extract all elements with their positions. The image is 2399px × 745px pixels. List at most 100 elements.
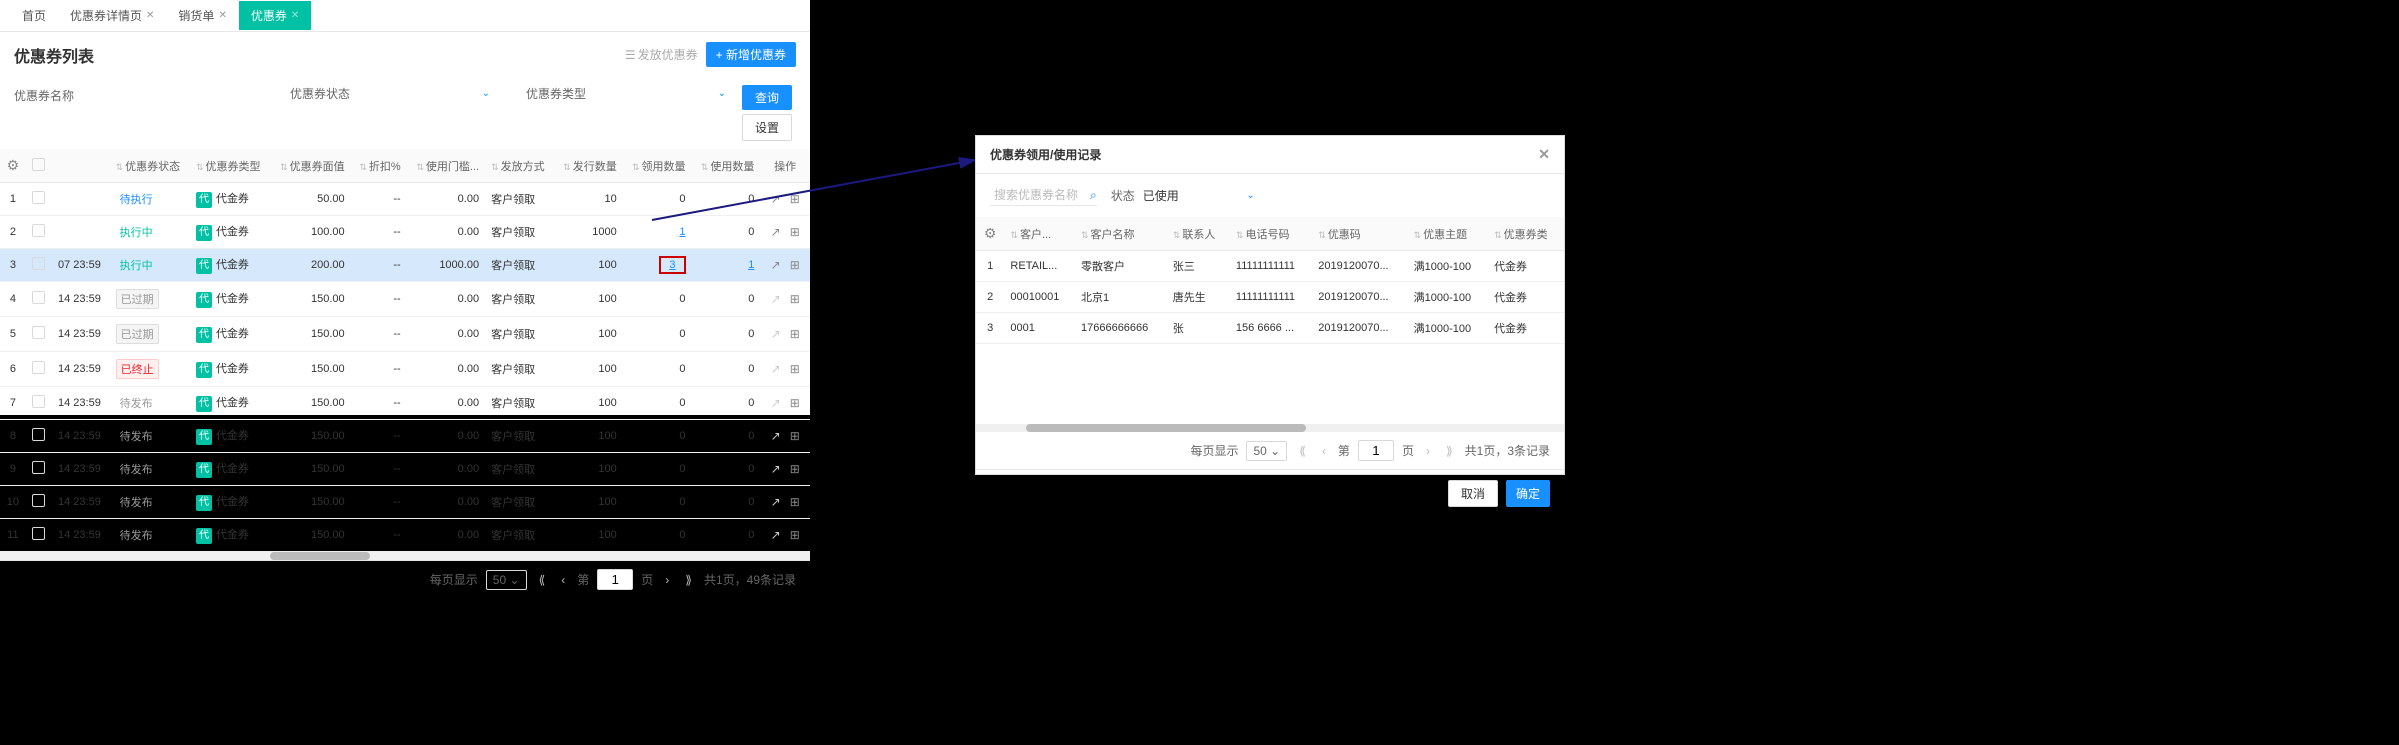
table-row[interactable]: 5 14 23:59 已过期 代代金券 150.00 -- 0.00 客户领取 … (0, 317, 810, 352)
table-row[interactable]: 7 14 23:59 待发布 代代金券 150.00 -- 0.00 客户领取 … (0, 387, 810, 420)
claimed-link[interactable]: 1 (679, 226, 685, 238)
filter-type-select[interactable]: ⌄ (590, 85, 730, 102)
settings-button[interactable]: 设置 (742, 114, 792, 141)
tab-coupon-detail[interactable]: 优惠券详情页✕ (58, 1, 166, 30)
qrcode-icon[interactable]: ⊞ (790, 292, 800, 306)
tab-home[interactable]: 首页 (10, 1, 58, 30)
qrcode-icon[interactable]: ⊞ (790, 258, 800, 272)
th-contact[interactable]: 联系人 (1182, 229, 1215, 241)
share-icon[interactable]: ↗ (771, 192, 781, 206)
next-page-icon[interactable]: › (661, 573, 673, 587)
table-row[interactable]: 3 07 23:59 执行中 代代金券 200.00 -- 1000.00 客户… (0, 249, 810, 282)
th-used[interactable]: 使用数量 (710, 161, 754, 173)
qrcode-icon[interactable]: ⊞ (790, 495, 800, 509)
table-row[interactable]: 1 待执行 代代金券 50.00 -- 0.00 客户领取 10 0 0 ↗ ⊞ (0, 183, 810, 216)
table-row[interactable]: 11 14 23:59 待发布 代代金券 150.00 -- 0.00 客户领取… (0, 519, 810, 552)
last-page-icon[interactable]: ⟫ (681, 573, 696, 587)
share-icon[interactable]: ↗ (771, 327, 781, 341)
per-page-select[interactable]: 50 ⌄ (486, 570, 527, 590)
table-row[interactable]: 4 14 23:59 已过期 代代金券 150.00 -- 0.00 客户领取 … (0, 282, 810, 317)
share-icon[interactable]: ↗ (771, 225, 781, 239)
th-subject[interactable]: 优惠主题 (1423, 229, 1467, 241)
table-row[interactable]: 6 14 23:59 已终止 代代金券 150.00 -- 0.00 客户领取 … (0, 352, 810, 387)
row-checkbox[interactable] (32, 361, 45, 374)
th-claimed[interactable]: 领用数量 (642, 161, 686, 173)
row-checkbox[interactable] (32, 395, 45, 408)
used-link[interactable]: 1 (748, 259, 754, 271)
th-coupon-code[interactable]: 优惠码 (1328, 229, 1361, 241)
share-icon[interactable]: ↗ (771, 258, 781, 272)
th-issued[interactable]: 发行数量 (573, 161, 617, 173)
table-row[interactable]: 10 14 23:59 待发布 代代金券 150.00 -- 0.00 客户领取… (0, 486, 810, 519)
add-coupon-button[interactable]: + 新增优惠券 (706, 42, 796, 67)
row-checkbox[interactable] (32, 291, 45, 304)
share-icon[interactable]: ↗ (771, 396, 781, 410)
share-icon[interactable]: ↗ (771, 292, 781, 306)
last-page-icon[interactable]: ⟫ (1442, 444, 1457, 458)
horizontal-scrollbar[interactable] (0, 552, 810, 560)
th-status[interactable]: 优惠券状态 (125, 161, 180, 173)
tab-sales-order[interactable]: 销货单✕ (166, 1, 238, 30)
th-distribute[interactable]: 发放方式 (501, 161, 545, 173)
issue-coupon-link[interactable]: ☰发放优惠券 (625, 46, 698, 63)
close-icon[interactable]: ✕ (146, 10, 154, 21)
th-discount[interactable]: 折扣% (369, 161, 401, 173)
share-icon[interactable]: ↗ (771, 429, 781, 443)
next-page-icon[interactable]: › (1422, 444, 1434, 458)
close-icon[interactable]: ✕ (1538, 146, 1550, 163)
table-row[interactable]: 8 14 23:59 待发布 代代金券 150.00 -- 0.00 客户领取 … (0, 420, 810, 453)
gear-icon[interactable]: ⚙ (7, 157, 20, 173)
close-icon[interactable]: ✕ (291, 10, 299, 21)
qrcode-icon[interactable]: ⊞ (790, 192, 800, 206)
prev-page-icon[interactable]: ‹ (557, 573, 569, 587)
query-button[interactable]: 查询 (742, 85, 792, 110)
filter-status-select[interactable]: ⌄ (354, 85, 494, 102)
row-checkbox[interactable] (32, 494, 45, 507)
table-row[interactable]: 1 RETAIL... 零散客户 张三 11111111111 20191200… (976, 251, 1564, 282)
close-icon[interactable]: ✕ (218, 10, 226, 21)
table-row[interactable]: 2 00010001 北京1 唐先生 11111111111 201912007… (976, 282, 1564, 313)
row-checkbox[interactable] (32, 461, 45, 474)
th-customer-name[interactable]: 客户名称 (1091, 229, 1135, 241)
qrcode-icon[interactable]: ⊞ (790, 528, 800, 542)
qrcode-icon[interactable]: ⊞ (790, 396, 800, 410)
th-threshold[interactable]: 使用门槛... (426, 161, 479, 173)
table-row[interactable]: 2 执行中 代代金券 100.00 -- 0.00 客户领取 1000 1 0 … (0, 216, 810, 249)
page-input[interactable] (1358, 440, 1394, 461)
row-checkbox[interactable] (32, 224, 45, 237)
th-type[interactable]: 优惠券类型 (205, 161, 260, 173)
th-customer-code[interactable]: 客户... (1020, 229, 1051, 241)
row-checkbox[interactable] (32, 428, 45, 441)
qrcode-icon[interactable]: ⊞ (790, 362, 800, 376)
qrcode-icon[interactable]: ⊞ (790, 429, 800, 443)
prev-page-icon[interactable]: ‹ (1318, 444, 1330, 458)
table-row[interactable]: 3 0001 17666666666 张 156 6666 ... 201912… (976, 313, 1564, 344)
per-page-select[interactable]: 50 ⌄ (1246, 441, 1287, 461)
search-input[interactable] (990, 185, 1090, 205)
share-icon[interactable]: ↗ (771, 528, 781, 542)
first-page-icon[interactable]: ⟪ (1295, 444, 1310, 458)
row-checkbox[interactable] (32, 326, 45, 339)
gear-icon[interactable]: ⚙ (984, 225, 997, 241)
confirm-button[interactable]: 确定 (1506, 480, 1550, 507)
table-row[interactable]: 9 14 23:59 待发布 代代金券 150.00 -- 0.00 客户领取 … (0, 453, 810, 486)
qrcode-icon[interactable]: ⊞ (790, 462, 800, 476)
tab-coupon[interactable]: 优惠券✕ (239, 1, 311, 30)
qrcode-icon[interactable]: ⊞ (790, 327, 800, 341)
row-checkbox[interactable] (32, 527, 45, 540)
share-icon[interactable]: ↗ (771, 362, 781, 376)
claimed-link[interactable]: 3 (669, 259, 675, 271)
horizontal-scrollbar[interactable] (976, 424, 1564, 432)
share-icon[interactable]: ↗ (771, 495, 781, 509)
modal-status-select[interactable]: 已使用⌄ (1139, 184, 1259, 207)
search-icon[interactable]: ⌕ (1090, 188, 1097, 203)
first-page-icon[interactable]: ⟪ (535, 573, 550, 587)
th-coupon-type[interactable]: 优惠券类 (1504, 229, 1548, 241)
filter-name-input[interactable] (78, 85, 218, 106)
cancel-button[interactable]: 取消 (1448, 480, 1498, 507)
page-input[interactable] (597, 569, 633, 590)
qrcode-icon[interactable]: ⊞ (790, 225, 800, 239)
th-phone[interactable]: 电话号码 (1245, 229, 1289, 241)
row-checkbox[interactable] (32, 191, 45, 204)
row-checkbox[interactable] (32, 257, 45, 270)
